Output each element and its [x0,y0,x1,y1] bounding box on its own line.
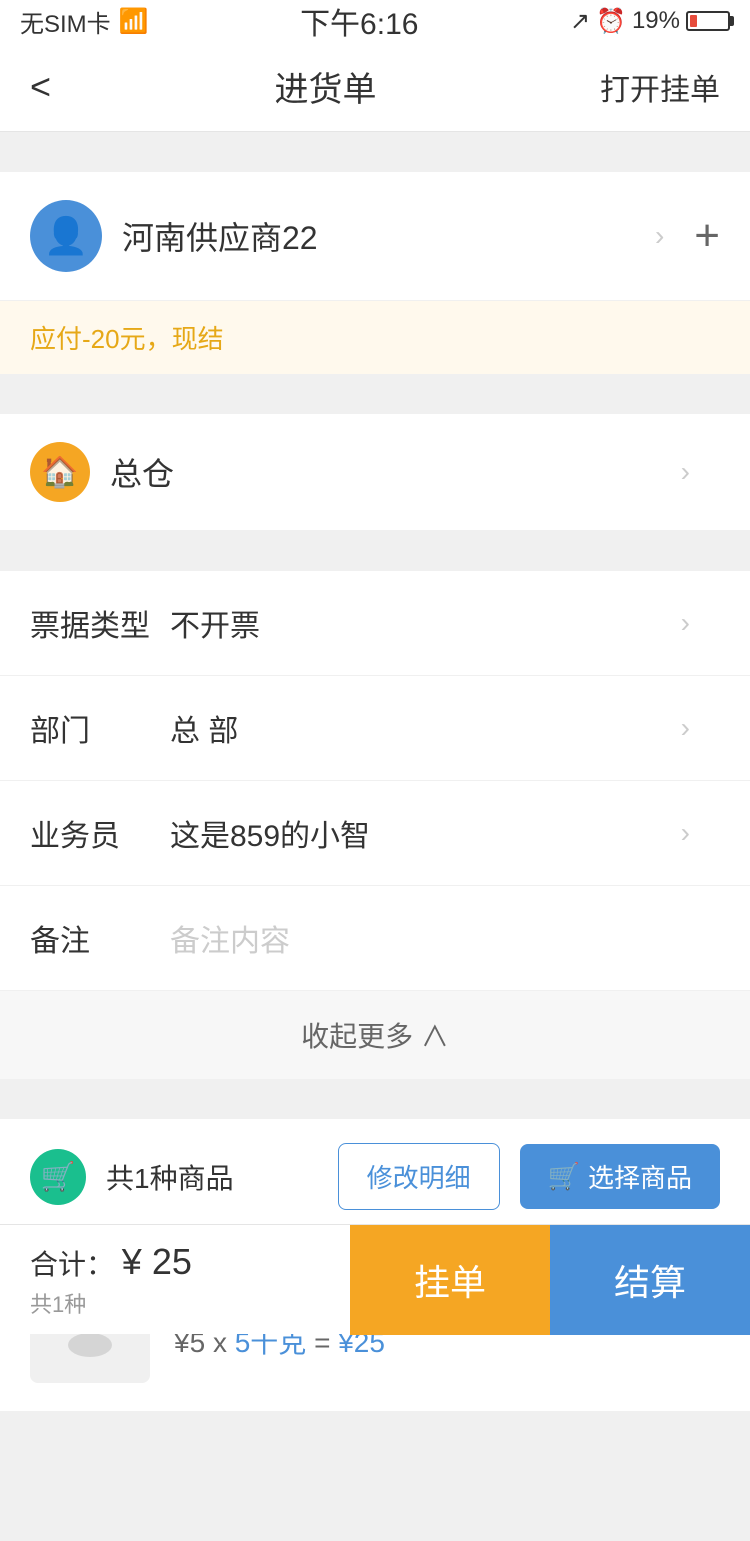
status-left: 无SIM卡 📶 [20,4,149,39]
nav-bar: < 进货单 打开挂单 [0,42,750,132]
sales-row[interactable]: 业务员 这是859的小智 › [0,781,750,886]
collapse-label: 收起更多 ∧ [301,1015,449,1055]
chevron-right-icon-invoice: › [681,607,690,639]
chevron-right-icon-sales: › [681,817,690,849]
alarm-icon: ⏰ [596,7,626,36]
product-header: 🛒 共1种商品 修改明细 🛒 选择商品 [0,1119,750,1235]
dept-row[interactable]: 部门 总 部 › [0,676,750,781]
supplier-avatar: 👤 [30,200,102,272]
sales-label: 业务员 [30,811,150,855]
invoice-type-value: 不开票 [170,601,681,645]
warehouse-row[interactable]: 🏠 总仓 › [0,414,750,531]
select-product-button[interactable]: 🛒 选择商品 [520,1144,720,1209]
cart-icon: 🛒 [41,1160,76,1193]
page-title: 进货单 [275,62,377,111]
chevron-right-icon-warehouse: › [681,456,690,488]
open-pending-button[interactable]: 打开挂单 [600,65,720,109]
add-supplier-button[interactable]: + [694,211,720,261]
dept-value: 总 部 [170,706,681,750]
chevron-right-icon-dept: › [681,712,690,744]
battery-percent: 19% [632,7,680,35]
invoice-type-row[interactable]: 票据类型 不开票 › [0,571,750,676]
chevron-right-icon: › [655,220,664,252]
house-icon: 🏠 [41,455,78,490]
total-row: 合计： ¥ 25 [30,1241,320,1283]
product-icon: 🛒 [30,1149,86,1205]
select-product-label: 选择商品 [588,1158,692,1195]
form-section: 票据类型 不开票 › 部门 总 部 › 业务员 这是859的小智 › 备注 备注… [0,571,750,1079]
collapse-row[interactable]: 收起更多 ∧ [0,991,750,1079]
supplier-row[interactable]: 👤 河南供应商22 › + [0,172,750,301]
warehouse-section: 🏠 总仓 › [0,414,750,531]
product-count: 共1种商品 [106,1157,338,1197]
remark-placeholder: 备注内容 [170,916,720,960]
dept-label: 部门 [30,706,150,750]
remark-row[interactable]: 备注 备注内容 [0,886,750,991]
location-icon: ↗ [570,7,590,36]
sales-value: 这是859的小智 [170,811,681,855]
status-right: ↗ ⏰ 19% [570,7,730,36]
battery-icon [686,11,730,31]
total-section: 合计： ¥ 25 共1种 [0,1241,350,1319]
invoice-type-label: 票据类型 [30,601,150,645]
bottom-bar: 合计： ¥ 25 共1种 挂单 结算 [0,1224,750,1334]
total-count: 共1种 [30,1287,320,1319]
supplier-name: 河南供应商22 [122,213,655,259]
total-amount: ¥ 25 [122,1241,192,1282]
hang-order-button[interactable]: 挂单 [350,1225,550,1335]
info-banner: 应付-20元，现结 [0,301,750,374]
back-button[interactable]: < [30,66,51,108]
carrier-text: 无SIM卡 [20,4,111,39]
warehouse-name: 总仓 [110,449,681,495]
select-icon: 🛒 [548,1161,580,1192]
remark-label: 备注 [30,916,150,960]
avatar-icon: 👤 [44,215,89,257]
status-bar: 无SIM卡 📶 下午6:16 ↗ ⏰ 19% [0,0,750,42]
checkout-button[interactable]: 结算 [550,1225,750,1335]
total-label: 合计： [30,1249,114,1280]
warehouse-icon: 🏠 [30,442,90,502]
status-time: 下午6:16 [300,0,418,43]
edit-detail-button[interactable]: 修改明细 [338,1143,500,1210]
supplier-section: 👤 河南供应商22 › + 应付-20元，现结 [0,172,750,374]
wifi-icon: 📶 [119,7,149,36]
